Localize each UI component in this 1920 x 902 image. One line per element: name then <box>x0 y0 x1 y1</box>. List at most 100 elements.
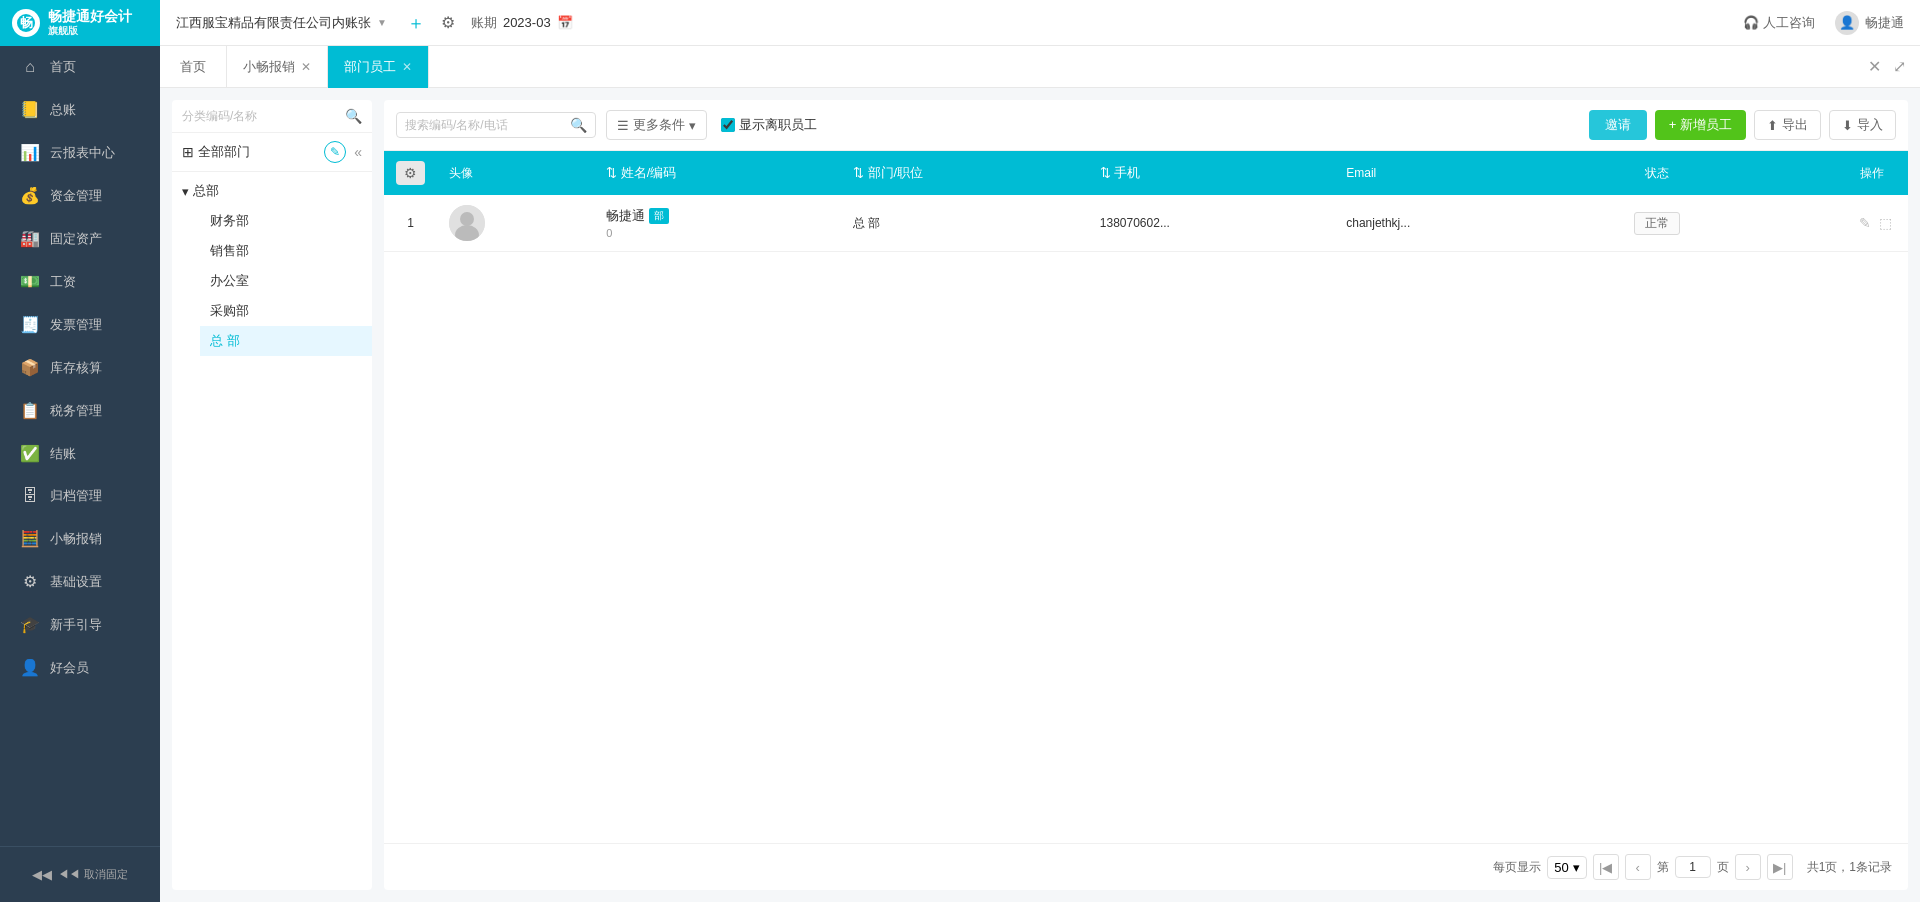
import-icon: ⬇ <box>1842 118 1853 133</box>
tree-node-office[interactable]: 办公室 <box>200 266 372 296</box>
employee-search-box: 🔍 <box>396 112 596 138</box>
sidebar-item-home[interactable]: ⌂ 首页 <box>0 46 160 88</box>
tree-edit-button[interactable]: ✎ <box>324 141 346 163</box>
period-selector[interactable]: 账期 2023-03 📅 <box>471 14 573 32</box>
add-button[interactable]: ＋ <box>407 11 425 35</box>
tab-department-close[interactable]: ✕ <box>402 60 412 74</box>
more-filter-button[interactable]: ☰ 更多条件 ▾ <box>606 110 707 140</box>
chat-icon: 👤 <box>20 658 40 677</box>
svg-text:畅: 畅 <box>20 15 33 30</box>
tree-search-icon[interactable]: 🔍 <box>345 108 362 124</box>
unpin-button[interactable]: ◀◀ ◀◀ 取消固定 <box>0 857 160 892</box>
tree-node-purchase[interactable]: 采购部 <box>200 296 372 326</box>
tab-expense[interactable]: 小畅报销 ✕ <box>227 46 328 88</box>
tree-children: 财务部 销售部 办公室 采购部 总 部 <box>172 206 372 356</box>
page-label: 第 <box>1657 859 1669 876</box>
tab-department[interactable]: 部门员工 ✕ <box>328 46 429 88</box>
sidebar-item-archive[interactable]: 🗄 归档管理 <box>0 475 160 517</box>
per-page-value: 50 <box>1554 860 1568 875</box>
tree-collapse-button[interactable]: « <box>354 144 362 160</box>
sidebar-item-chat[interactable]: 👤 好会员 <box>0 646 160 689</box>
show-resigned-checkbox[interactable] <box>721 118 735 132</box>
row-status: 正常 <box>1565 195 1748 252</box>
employee-search-input[interactable] <box>405 118 566 132</box>
tree-node-general-label: 总 部 <box>210 332 240 350</box>
sidebar-item-invoice[interactable]: 🧾 发票管理 <box>0 303 160 346</box>
salary-icon: 💵 <box>20 272 40 291</box>
sidebar-item-salary[interactable]: 💵 工资 <box>0 260 160 303</box>
close-tab-button[interactable]: ✕ <box>1864 53 1885 80</box>
support-link[interactable]: 🎧 人工咨询 <box>1743 14 1815 32</box>
top-bar-right: 🎧 人工咨询 👤 畅捷通 <box>1743 11 1904 35</box>
tab-home[interactable]: 首页 <box>160 46 227 88</box>
sidebar-item-fixed-assets[interactable]: 🏭 固定资产 <box>0 217 160 260</box>
logo[interactable]: 畅 畅捷通好会计 旗舰版 <box>0 0 160 46</box>
expand-icon: ▾ <box>182 184 189 199</box>
show-resigned-toggle: 显示离职员工 <box>721 116 817 134</box>
edit-employee-button[interactable]: ✎ <box>1859 215 1871 231</box>
tree-node-general[interactable]: 总 部 <box>200 326 372 356</box>
sidebar-item-tax[interactable]: 📋 税务管理 <box>0 389 160 432</box>
filter-icon: ☰ <box>617 118 629 133</box>
avatar <box>449 205 485 241</box>
tab-bar: 首页 小畅报销 ✕ 部门员工 ✕ ✕ ⤢ <box>160 46 1920 88</box>
action-buttons: ✎ ⬚ <box>1760 215 1892 231</box>
status-badge: 正常 <box>1634 212 1680 235</box>
tab-controls: ✕ ⤢ <box>1864 53 1920 80</box>
period-label: 账期 <box>471 14 497 32</box>
tree-search-input[interactable] <box>182 109 341 123</box>
col-dept[interactable]: ⇅ 部门/职位 <box>841 151 1088 195</box>
main-layout: ⌂ 首页 📒 总账 📊 云报表中心 💰 资金管理 🏭 固定资产 💵 工资 🧾 发… <box>0 46 1920 902</box>
tree-header-actions: ✎ « <box>324 141 362 163</box>
expand-tab-button[interactable]: ⤢ <box>1889 53 1910 80</box>
tree-root[interactable]: ▾ 总部 <box>172 176 372 206</box>
top-bar: 畅 畅捷通好会计 旗舰版 江西服宝精品有限责任公司内账张 ▼ ＋ ⚙ 账期 20… <box>0 0 1920 46</box>
content-area: 首页 小畅报销 ✕ 部门员工 ✕ ✕ ⤢ 🔍 <box>160 46 1920 902</box>
col-settings[interactable]: ⚙ <box>384 151 437 195</box>
import-button[interactable]: ⬇ 导入 <box>1829 110 1896 140</box>
prev-page-button[interactable]: ‹ <box>1625 854 1651 880</box>
invite-button[interactable]: 邀请 <box>1589 110 1647 140</box>
sidebar-item-settings[interactable]: ⚙ 基础设置 <box>0 560 160 603</box>
settings-button[interactable]: ⚙ <box>441 13 455 32</box>
invoice-icon: 🧾 <box>20 315 40 334</box>
export-button[interactable]: ⬆ 导出 <box>1754 110 1821 140</box>
sidebar-item-guide[interactable]: 🎓 新手引导 <box>0 603 160 646</box>
col-email: Email <box>1334 151 1565 195</box>
page-input[interactable] <box>1675 856 1711 878</box>
next-page-button[interactable]: › <box>1735 854 1761 880</box>
logout-employee-button[interactable]: ⬚ <box>1879 215 1892 231</box>
sidebar-item-ledger[interactable]: 📒 总账 <box>0 88 160 131</box>
first-page-icon: |◀ <box>1599 860 1612 875</box>
headset-icon: 🎧 <box>1743 15 1759 30</box>
table-row: 1 <box>384 195 1908 252</box>
person-icon: 👤 <box>1839 15 1855 30</box>
grid-icon: ⊞ <box>182 144 194 160</box>
tab-home-label: 首页 <box>180 58 206 76</box>
svg-point-3 <box>460 212 474 226</box>
user-menu[interactable]: 👤 畅捷通 <box>1835 11 1904 35</box>
col-phone[interactable]: ⇅ 手机 <box>1088 151 1334 195</box>
row-index: 1 <box>384 195 437 252</box>
search-icon[interactable]: 🔍 <box>570 117 587 133</box>
settings-icon: ⚙ <box>20 572 40 591</box>
per-page-select[interactable]: 50 ▾ <box>1547 856 1586 879</box>
col-name[interactable]: ⇅ 姓名/编码 <box>594 151 841 195</box>
table-toolbar: 🔍 ☰ 更多条件 ▾ 显示离职员工 邀请 + 新增员工 <box>384 100 1908 151</box>
tree-node-sales[interactable]: 销售部 <box>200 236 372 266</box>
sidebar-item-assets-mgmt[interactable]: 💰 资金管理 <box>0 174 160 217</box>
last-page-button[interactable]: ▶| <box>1767 854 1793 880</box>
add-employee-button[interactable]: + 新增员工 <box>1655 110 1746 140</box>
sidebar-item-reports[interactable]: 📊 云报表中心 <box>0 131 160 174</box>
sidebar-item-closing[interactable]: ✅ 结账 <box>0 432 160 475</box>
company-selector[interactable]: 江西服宝精品有限责任公司内账张 ▼ <box>176 14 387 32</box>
tree-node-finance[interactable]: 财务部 <box>200 206 372 236</box>
first-page-button[interactable]: |◀ <box>1593 854 1619 880</box>
logo-icon: 畅 <box>12 9 40 37</box>
table-settings-gear[interactable]: ⚙ <box>396 161 425 185</box>
sidebar-item-inventory[interactable]: 📦 库存核算 <box>0 346 160 389</box>
sidebar-item-expense[interactable]: 🧮 小畅报销 <box>0 517 160 560</box>
page-suffix: 页 <box>1717 859 1729 876</box>
tab-expense-close[interactable]: ✕ <box>301 60 311 74</box>
total-info: 共1页，1条记录 <box>1807 859 1892 876</box>
